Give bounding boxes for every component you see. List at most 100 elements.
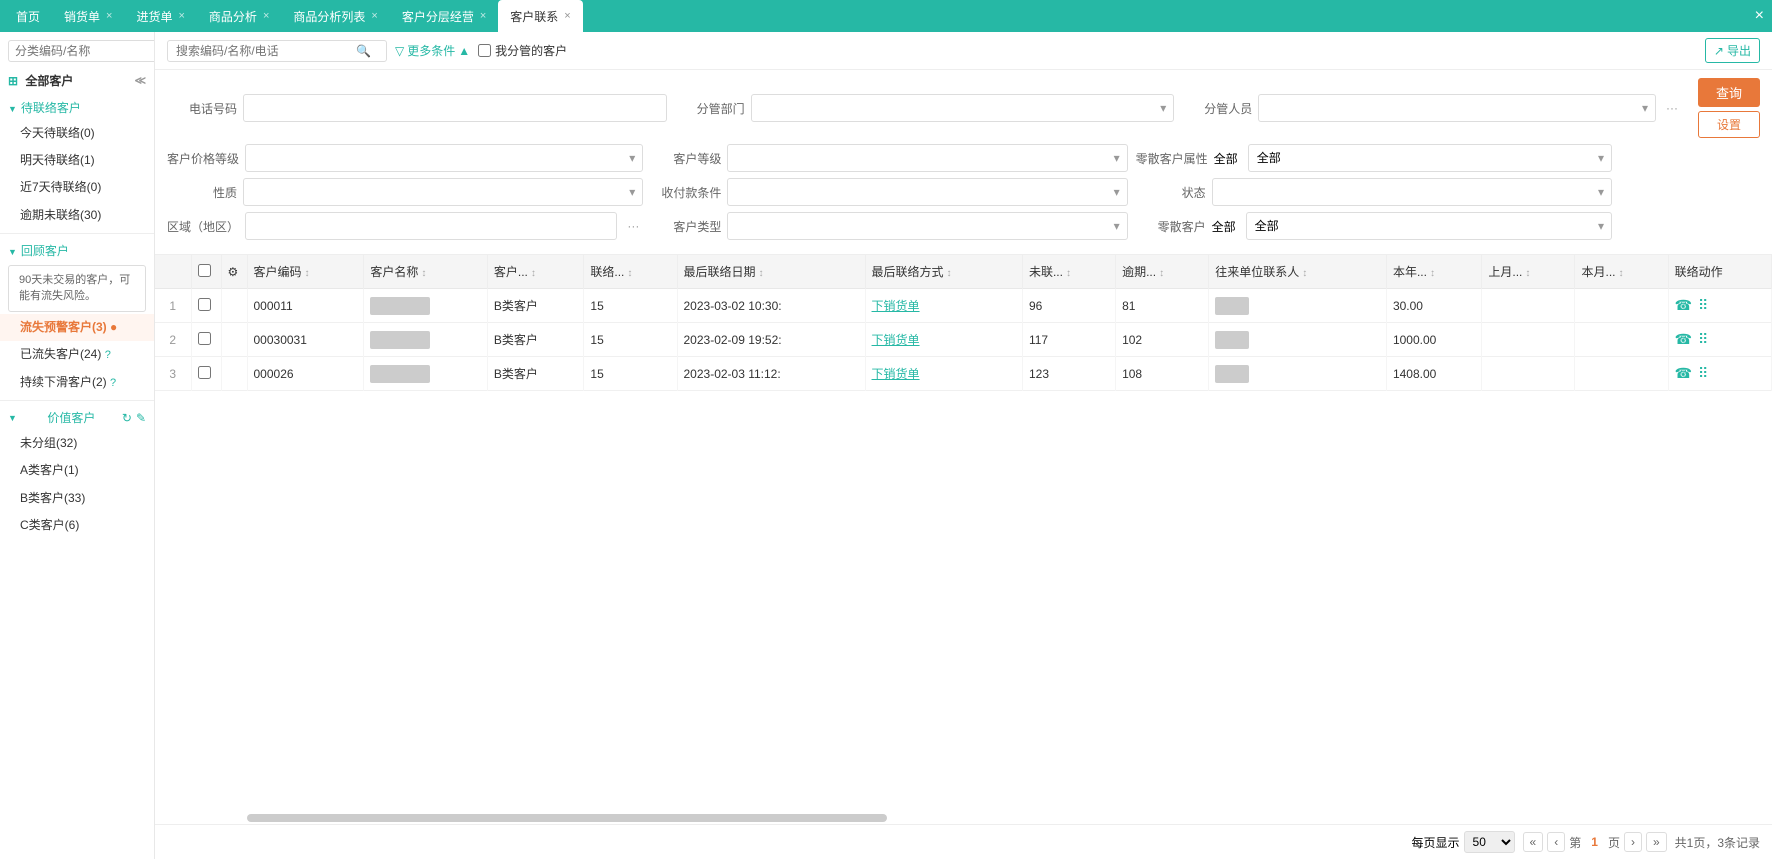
col-unit-contact[interactable]: 往来单位联系人↕ — [1209, 255, 1387, 289]
cell-last-way[interactable]: 下销货单 — [865, 357, 1022, 391]
sort-name-icon[interactable]: ↕ — [421, 268, 426, 279]
tab-close-icon[interactable]: × — [480, 10, 486, 22]
horizontal-scrollbar[interactable] — [155, 812, 1772, 824]
tab-sales[interactable]: 销货单 × — [52, 0, 124, 32]
sort-type-icon[interactable]: ↕ — [531, 268, 536, 279]
row-checkbox[interactable] — [198, 298, 211, 311]
contact-action-icon[interactable]: ☎ — [1675, 297, 1692, 314]
contact-action-icon[interactable]: ☎ — [1675, 331, 1692, 348]
sidebar-search-input[interactable] — [8, 40, 155, 62]
zero-customer-select[interactable]: 全部 — [1246, 212, 1612, 240]
payment-select[interactable] — [727, 178, 1127, 206]
col-this-year[interactable]: 本年...↕ — [1386, 255, 1481, 289]
more-action-icon[interactable]: ⠿ — [1698, 365, 1708, 382]
tab-close-icon[interactable]: × — [106, 10, 112, 22]
col-last-date[interactable]: 最后联络日期↕ — [677, 255, 865, 289]
edit-icon[interactable]: ✎ — [136, 411, 146, 425]
sort-date-icon[interactable]: ↕ — [759, 268, 764, 279]
scrollbar-thumb[interactable] — [247, 814, 887, 822]
region-input[interactable] — [245, 212, 617, 240]
col-settings[interactable]: ⚙ — [221, 255, 247, 289]
phone-input[interactable] — [243, 94, 667, 122]
col-type[interactable]: 客户...↕ — [487, 255, 584, 289]
more-action-icon[interactable]: ⠿ — [1698, 331, 1708, 348]
cell-checkbox[interactable] — [191, 357, 221, 391]
person-select[interactable] — [1258, 94, 1656, 122]
sidebar-section-pending[interactable]: 待联络客户 — [0, 95, 154, 120]
tab-close-icon[interactable]: × — [371, 10, 377, 22]
per-page-select[interactable]: 50 100 200 — [1464, 831, 1515, 853]
sidebar-section-review[interactable]: 回顾客户 — [0, 238, 154, 263]
sort-lm-icon[interactable]: ↕ — [1525, 268, 1530, 279]
region-more-icon[interactable]: ··· — [623, 219, 643, 233]
contact-action-icon[interactable]: ☎ — [1675, 365, 1692, 382]
sort-tm-icon[interactable]: ↕ — [1619, 268, 1624, 279]
more-conditions-btn[interactable]: ▽ 更多条件 ▲ — [395, 42, 470, 59]
first-page-btn[interactable]: « — [1523, 832, 1544, 852]
row-checkbox[interactable] — [198, 366, 211, 379]
search-submit-icon[interactable]: 🔍 — [356, 44, 371, 58]
tab-purchase[interactable]: 进货单 × — [124, 0, 196, 32]
tab-close-icon[interactable]: × — [263, 10, 269, 22]
col-contact[interactable]: 联络...↕ — [584, 255, 677, 289]
col-last-month[interactable]: 上月...↕ — [1482, 255, 1575, 289]
col-last-way[interactable]: 最后联络方式↕ — [865, 255, 1022, 289]
sort-uc-icon[interactable]: ↕ — [1302, 268, 1307, 279]
sidebar-item-today[interactable]: 今天待联络(0) — [0, 120, 154, 147]
query-btn[interactable]: 查询 — [1698, 78, 1760, 107]
nature-select[interactable] — [243, 178, 643, 206]
tab-close-icon[interactable]: × — [564, 10, 570, 22]
price-grade-select[interactable] — [245, 144, 643, 172]
sort-way-icon[interactable]: ↕ — [947, 268, 952, 279]
sidebar-item-overdue[interactable]: 逾期未联络(30) — [0, 202, 154, 229]
my-customers-checkbox[interactable] — [478, 44, 491, 57]
tab-customer-layer[interactable]: 客户分层经营 × — [390, 0, 498, 32]
person-more-icon[interactable]: ··· — [1662, 101, 1682, 115]
sort-overdue-icon[interactable]: ↕ — [1159, 268, 1164, 279]
sidebar-item-7days[interactable]: 近7天待联络(0) — [0, 174, 154, 201]
more-action-icon[interactable]: ⠿ — [1698, 297, 1708, 314]
col-name[interactable]: 客户名称↕ — [364, 255, 488, 289]
sidebar-all-customers[interactable]: ⊞ 全部客户 ≪ — [0, 66, 154, 95]
tab-home[interactable]: 首页 — [4, 0, 52, 32]
sidebar-section-value[interactable]: 价值客户 ↻ ✎ — [0, 405, 154, 430]
close-all-tabs-icon[interactable]: × — [1755, 7, 1764, 25]
cell-checkbox[interactable] — [191, 289, 221, 323]
tab-product-list[interactable]: 商品分析列表 × — [281, 0, 389, 32]
customer-type-select[interactable] — [727, 212, 1127, 240]
col-this-month[interactable]: 本月...↕ — [1575, 255, 1668, 289]
col-code[interactable]: 客户编码↕ — [247, 255, 364, 289]
search-input[interactable] — [176, 44, 356, 58]
col-overdue[interactable]: 逾期...↕ — [1116, 255, 1209, 289]
col-checkbox[interactable] — [191, 255, 221, 289]
sidebar-item-class-a[interactable]: A类客户(1) — [0, 457, 154, 484]
tab-close-icon[interactable]: × — [178, 10, 184, 22]
zero-attr-select[interactable]: 全部 — [1248, 144, 1612, 172]
sort-nc-icon[interactable]: ↕ — [1066, 268, 1071, 279]
contact-way-link[interactable]: 下销货单 — [872, 333, 920, 347]
status-select[interactable] — [1212, 178, 1612, 206]
contact-way-link[interactable]: 下销货单 — [872, 367, 920, 381]
sort-code-icon[interactable]: ↕ — [305, 268, 310, 279]
cell-last-way[interactable]: 下销货单 — [865, 323, 1022, 357]
dept-select[interactable] — [751, 94, 1175, 122]
sidebar-item-class-b[interactable]: B类客户(33) — [0, 485, 154, 512]
next-page-btn[interactable]: › — [1624, 832, 1642, 852]
tab-product-analysis[interactable]: 商品分析 × — [197, 0, 281, 32]
sidebar-item-ungrouped[interactable]: 未分组(32) — [0, 430, 154, 457]
sidebar-item-churned[interactable]: 已流失客户(24) ? — [0, 341, 154, 369]
setting-btn[interactable]: 设置 — [1698, 111, 1760, 138]
col-action[interactable]: 联络动作 — [1668, 255, 1771, 289]
col-not-contacted[interactable]: 未联...↕ — [1022, 255, 1115, 289]
cell-last-way[interactable]: 下销货单 — [865, 289, 1022, 323]
sidebar-item-tomorrow[interactable]: 明天待联络(1) — [0, 147, 154, 174]
sort-contact-icon[interactable]: ↕ — [627, 268, 632, 279]
sidebar-item-declining[interactable]: 持续下滑客户(2) ? — [0, 369, 154, 397]
export-btn[interactable]: ↗ 导出 — [1705, 38, 1760, 63]
sort-ty-icon[interactable]: ↕ — [1430, 268, 1435, 279]
tab-customer-contact[interactable]: 客户联系 × — [498, 0, 582, 32]
select-all-checkbox[interactable] — [198, 264, 211, 277]
prev-page-btn[interactable]: ‹ — [1547, 832, 1565, 852]
row-checkbox[interactable] — [198, 332, 211, 345]
sidebar-item-class-c[interactable]: C类客户(6) — [0, 512, 154, 539]
